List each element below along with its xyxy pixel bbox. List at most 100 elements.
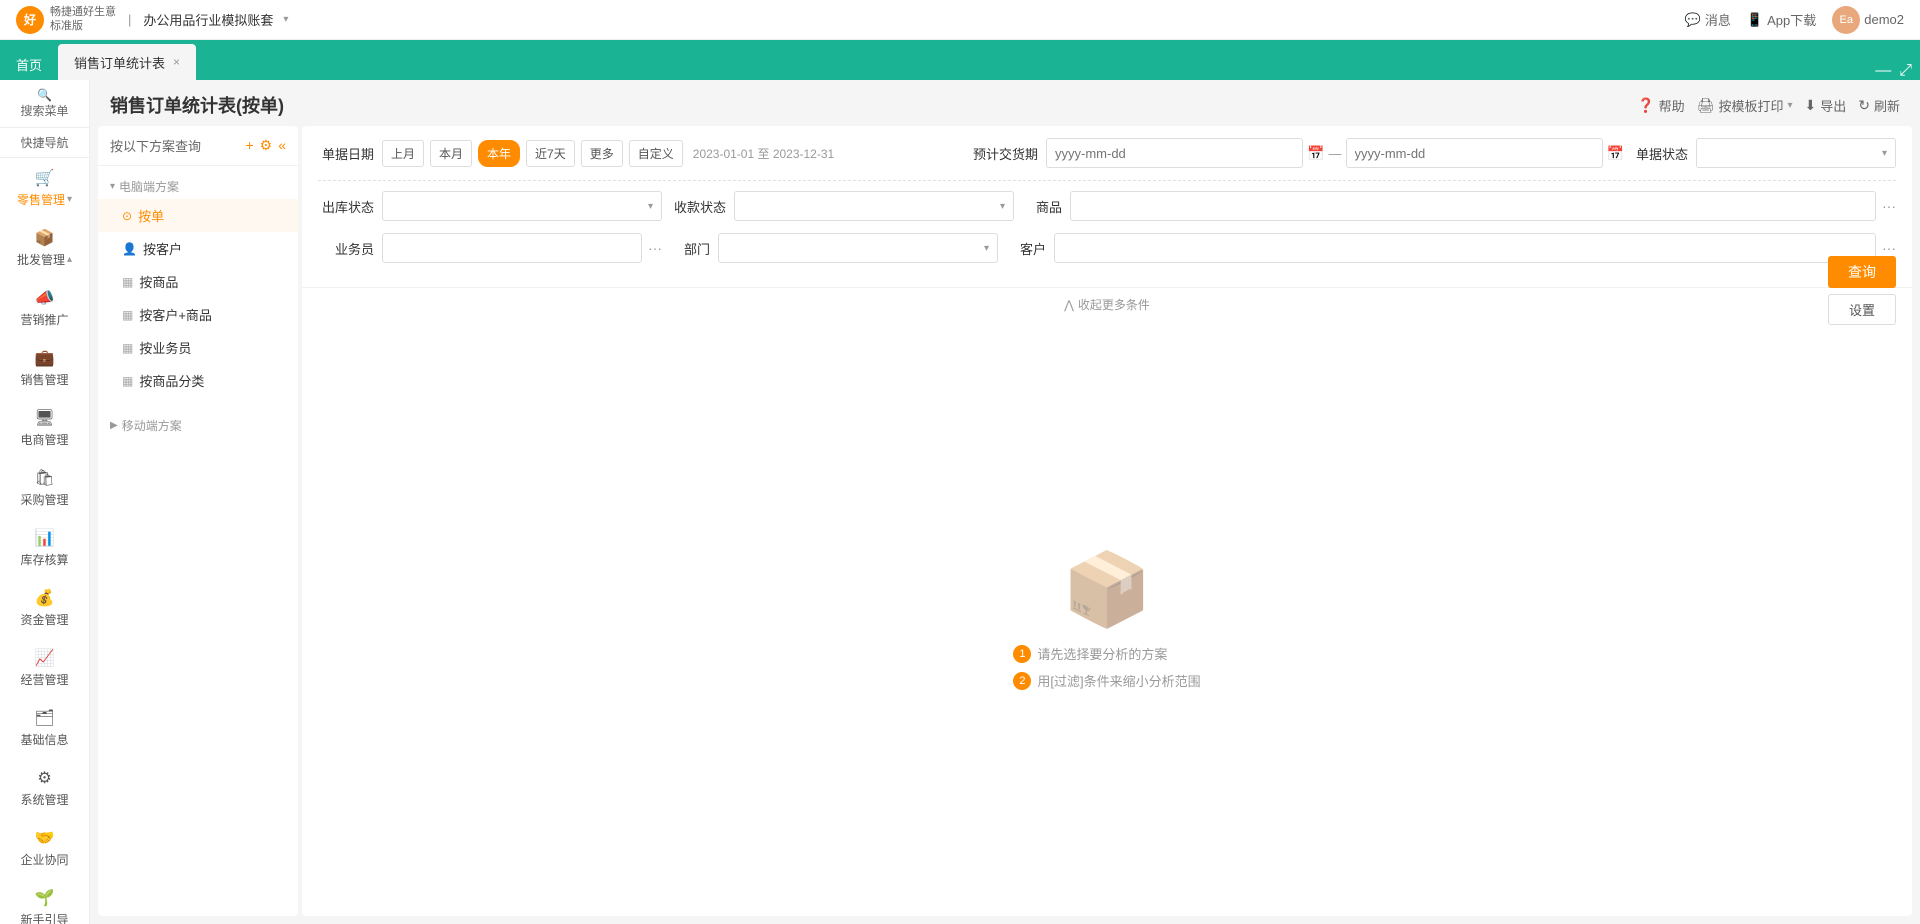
sidebar-item-inventory[interactable]: 📊 库存核算 bbox=[0, 518, 89, 578]
corp-icon: 🤝 bbox=[35, 828, 55, 848]
expected-date-label: 预计交货期 bbox=[968, 144, 1038, 163]
by-category-icon: ▦ bbox=[122, 374, 133, 388]
user-avatar-area[interactable]: Ea demo2 bbox=[1832, 6, 1904, 34]
scheme-item-by-salesman[interactable]: ▦ 按业务员 bbox=[98, 331, 298, 364]
date-label: 单据日期 bbox=[318, 144, 374, 163]
scheme-group-mobile-title[interactable]: ▶ 移动端方案 bbox=[98, 413, 298, 438]
sidebar-item-purchase[interactable]: 🛍 采购管理 bbox=[0, 458, 89, 518]
message-button[interactable]: 💬 消息 bbox=[1685, 10, 1731, 29]
goods-ellipsis-icon[interactable]: ··· bbox=[1882, 198, 1896, 214]
date-btn-7days[interactable]: 近7天 bbox=[526, 140, 575, 167]
salesman-ellipsis-icon[interactable]: ··· bbox=[648, 240, 662, 256]
marketing-icon: 📣 bbox=[35, 288, 55, 308]
expected-date-start-input[interactable] bbox=[1046, 138, 1303, 168]
quick-nav-button[interactable]: 快捷导航 bbox=[0, 128, 89, 158]
filter-panel: 单据日期 上月 本月 本年 近7天 更多 自定义 2023-01-01 至 20… bbox=[302, 126, 1912, 916]
calendar-end-icon[interactable]: 📅 bbox=[1607, 145, 1624, 162]
help-icon: ❓ bbox=[1637, 97, 1654, 114]
salesman-input[interactable] bbox=[382, 233, 642, 263]
payment-status-select[interactable]: ▾ bbox=[734, 191, 1014, 221]
filter-body: 单据日期 上月 本月 本年 近7天 更多 自定义 2023-01-01 至 20… bbox=[302, 126, 1912, 287]
tab-sales-order[interactable]: 销售订单统计表 × bbox=[58, 44, 196, 80]
wholesale-expand-icon: ▴ bbox=[67, 254, 72, 265]
search-menu-button[interactable]: 🔍 搜索菜单 bbox=[0, 80, 89, 128]
dept-select-arrow-icon: ▾ bbox=[984, 243, 989, 254]
date-btn-custom[interactable]: 自定义 bbox=[629, 140, 683, 167]
tab-minimize-icon[interactable]: — bbox=[1875, 62, 1891, 80]
settings-scheme-button[interactable]: ⚙ bbox=[260, 137, 273, 154]
app-download-button[interactable]: 📱 App下载 bbox=[1747, 10, 1816, 29]
message-icon: 💬 bbox=[1685, 12, 1701, 28]
customer-input[interactable] bbox=[1054, 233, 1876, 263]
wholesale-icon: 📦 bbox=[35, 228, 55, 248]
retail-icon: 🛒 bbox=[35, 168, 55, 188]
date-separator: — bbox=[1329, 146, 1342, 161]
help-button[interactable]: ❓ 帮助 bbox=[1637, 96, 1684, 115]
scheme-group-desktop: ▾ 电脑端方案 ⊙ 按单 👤 按客户 ▦ 按商品 bbox=[98, 166, 298, 405]
status-select-arrow-icon: ▾ bbox=[1882, 148, 1887, 159]
date-btn-this-year[interactable]: 本年 bbox=[478, 140, 520, 167]
date-range-text: 2023-01-01 至 2023-12-31 bbox=[693, 145, 834, 162]
scheme-group-mobile: ▶ 移动端方案 bbox=[98, 405, 298, 446]
refresh-button[interactable]: ↻ 刷新 bbox=[1858, 96, 1900, 115]
sidebar-item-retail[interactable]: 🛒 零售管理 ▾ bbox=[0, 158, 89, 218]
add-scheme-button[interactable]: + bbox=[245, 137, 253, 154]
scheme-group-desktop-title[interactable]: ▾ 电脑端方案 bbox=[98, 174, 298, 199]
filter-panel-wrapper: 单据日期 上月 本月 本年 近7天 更多 自定义 2023-01-01 至 20… bbox=[302, 126, 1912, 916]
sales-icon: 💼 bbox=[35, 348, 55, 368]
sidebar-item-ecommerce[interactable]: 🖥 电商管理 bbox=[0, 398, 89, 458]
date-btn-last-month[interactable]: 上月 bbox=[382, 140, 424, 167]
status-select[interactable]: ▾ bbox=[1696, 138, 1896, 168]
calendar-start-icon[interactable]: 📅 bbox=[1307, 145, 1324, 162]
collapse-filter-button[interactable]: ⋀ 收起更多条件 bbox=[302, 287, 1912, 321]
sidebar-item-operation[interactable]: 📈 经营管理 bbox=[0, 638, 89, 698]
sidebar-item-sales[interactable]: 💼 销售管理 bbox=[0, 338, 89, 398]
tab-maximize-icon[interactable]: ⤢ bbox=[1899, 62, 1912, 80]
query-button[interactable]: 查询 bbox=[1828, 256, 1896, 288]
search-icon: 🔍 bbox=[37, 88, 52, 102]
collapse-scheme-button[interactable]: « bbox=[278, 137, 286, 154]
tab-close-icon[interactable]: × bbox=[173, 55, 180, 69]
workspace-title[interactable]: 办公用品行业模拟账套 bbox=[143, 10, 273, 29]
print-dropdown-icon[interactable]: ▾ bbox=[1787, 100, 1792, 111]
filter-row-3: 业务员 ··· 部门 ▾ 客户 bbox=[318, 233, 1896, 263]
empty-tip-1: 1 请先选择要分析的方案 bbox=[1013, 644, 1200, 663]
export-button[interactable]: ⬇ 导出 bbox=[1805, 96, 1847, 115]
tab-home[interactable]: 首页 bbox=[0, 48, 58, 80]
empty-state: 📦 1 请先选择要分析的方案 2 用[过滤]条件来缩小分析范围 bbox=[302, 321, 1912, 916]
delivery-select-arrow-icon: ▾ bbox=[648, 201, 653, 212]
scheme-item-by-product[interactable]: ▦ 按商品 bbox=[98, 265, 298, 298]
by-salesman-icon: ▦ bbox=[122, 341, 133, 355]
scheme-item-by-cust-prod[interactable]: ▦ 按客户+商品 bbox=[98, 298, 298, 331]
scheme-item-by-order[interactable]: ⊙ 按单 bbox=[98, 199, 298, 232]
expected-date-end-input[interactable] bbox=[1346, 138, 1603, 168]
department-select[interactable]: ▾ bbox=[718, 233, 998, 263]
sidebar-item-wholesale[interactable]: 📦 批发管理 ▴ bbox=[0, 218, 89, 278]
inventory-icon: 📊 bbox=[35, 528, 55, 548]
print-button[interactable]: 🖨 按模板打印 ▾ bbox=[1697, 96, 1793, 115]
date-btn-more[interactable]: 更多 bbox=[581, 140, 623, 167]
top-bar-left: 好 畅捷通好生意 标准版 | 办公用品行业模拟账套 ▾ bbox=[16, 6, 288, 34]
top-bar-right: 💬 消息 📱 App下载 Ea demo2 bbox=[1685, 6, 1904, 34]
date-btn-this-month[interactable]: 本月 bbox=[430, 140, 472, 167]
sidebar-item-basic[interactable]: 🗂 基础信息 bbox=[0, 698, 89, 758]
sidebar-item-newbie[interactable]: 🌱 新手引导 bbox=[0, 878, 89, 924]
empty-tips: 1 请先选择要分析的方案 2 用[过滤]条件来缩小分析范围 bbox=[1013, 644, 1200, 690]
customer-ellipsis-icon[interactable]: ··· bbox=[1882, 240, 1896, 256]
scheme-item-by-customer[interactable]: 👤 按客户 bbox=[98, 232, 298, 265]
sidebar-item-finance[interactable]: 💰 资金管理 bbox=[0, 578, 89, 638]
by-order-icon: ⊙ bbox=[122, 209, 132, 223]
delivery-status-select[interactable]: ▾ bbox=[382, 191, 662, 221]
sidebar-item-system[interactable]: ⚙ 系统管理 bbox=[0, 758, 89, 818]
print-icon: 🖨 bbox=[1697, 97, 1715, 114]
settings-button[interactable]: 设置 bbox=[1828, 294, 1896, 325]
sidebar-item-corp[interactable]: 🤝 企业协同 bbox=[0, 818, 89, 878]
sidebar-item-marketing[interactable]: 📣 营销推广 bbox=[0, 278, 89, 338]
workspace-dropdown-icon[interactable]: ▾ bbox=[283, 14, 288, 25]
avatar: Ea bbox=[1832, 6, 1860, 34]
finance-icon: 💰 bbox=[35, 588, 55, 608]
by-cust-prod-icon: ▦ bbox=[122, 308, 133, 322]
goods-input[interactable] bbox=[1070, 191, 1876, 221]
date-buttons-group: 上月 本月 本年 近7天 更多 自定义 2023-01-01 至 2023-12… bbox=[382, 140, 960, 167]
scheme-item-by-category[interactable]: ▦ 按商品分类 bbox=[98, 364, 298, 397]
